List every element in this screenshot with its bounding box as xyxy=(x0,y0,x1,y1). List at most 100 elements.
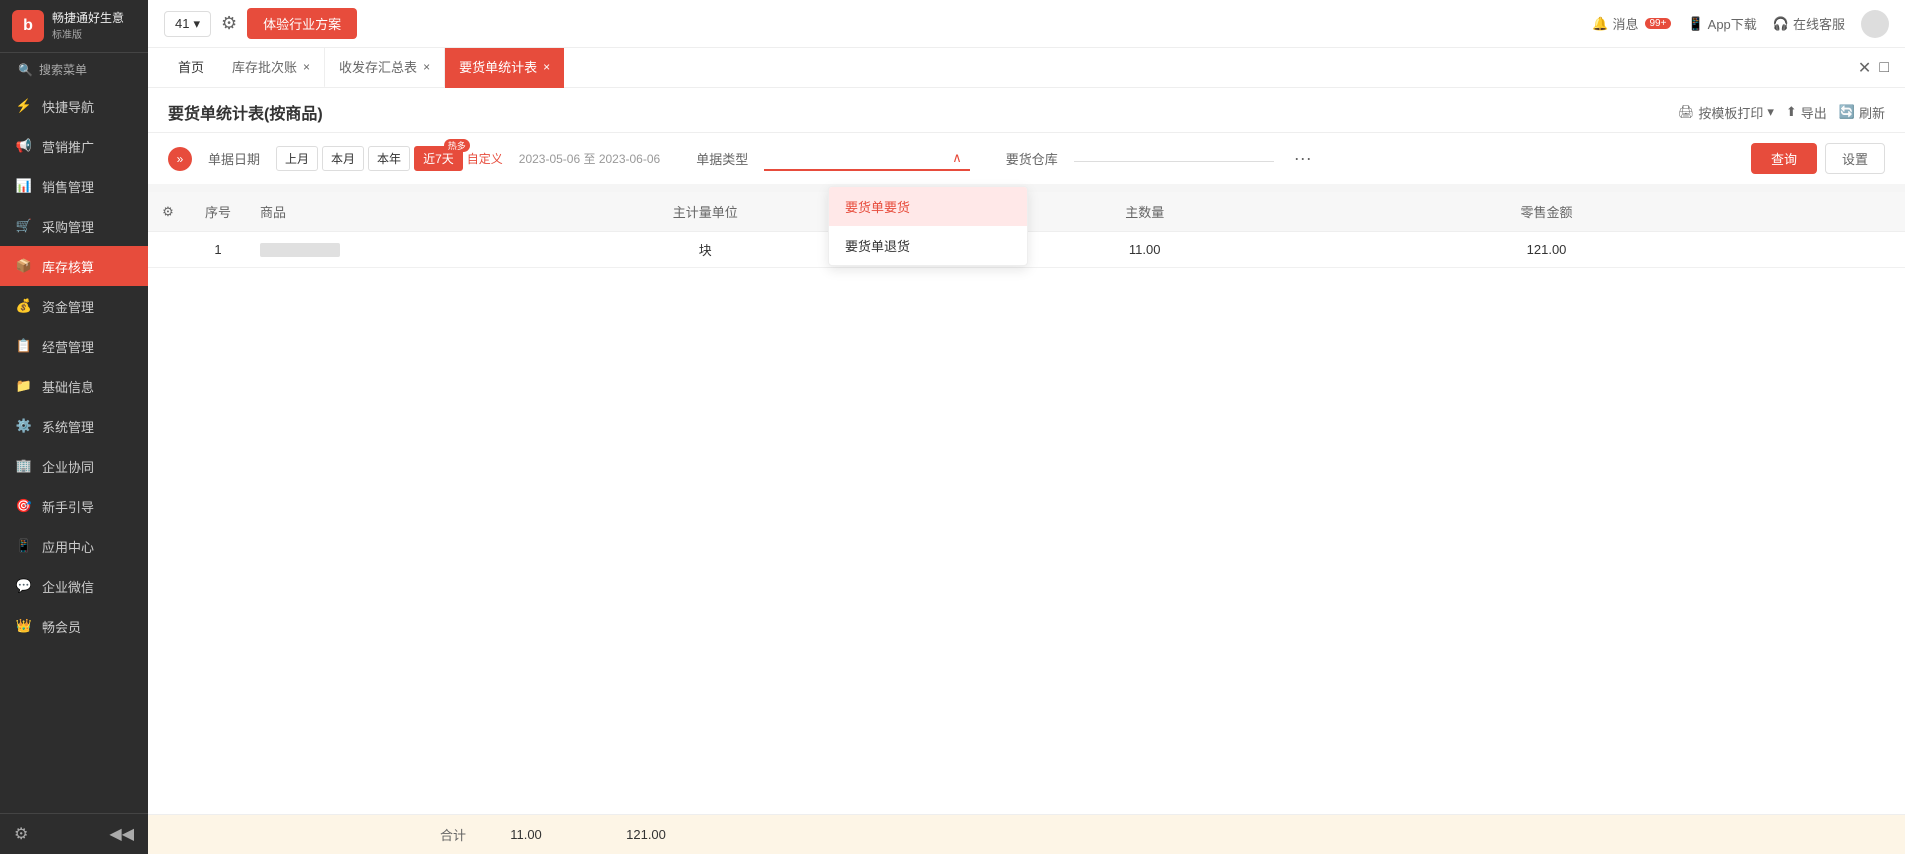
sales-icon: 📊 xyxy=(14,176,34,196)
col-settings-icon: ⚙ xyxy=(162,204,174,219)
sidebar-item-enterprise[interactable]: 🏢 企业协同 xyxy=(0,446,148,486)
sidebar-item-system[interactable]: ⚙️ 系统管理 xyxy=(0,406,148,446)
type-select[interactable]: ∧ xyxy=(764,147,970,171)
industry-btn[interactable]: 体验行业方案 xyxy=(247,8,357,39)
dropdown-item-order-goods[interactable]: 要货单要货 xyxy=(829,187,1027,226)
app-download-label: App下载 xyxy=(1708,14,1757,33)
sidebar-item-guide[interactable]: 🎯 新手引导 xyxy=(0,486,148,526)
appstore-icon: 📱 xyxy=(14,536,34,556)
col-settings[interactable]: ⚙ xyxy=(148,192,188,232)
filter-settings-btn[interactable]: 设置 xyxy=(1825,143,1885,174)
date-filter-label: 单据日期 xyxy=(208,149,260,168)
sidebar-search[interactable]: 🔍 搜索菜单 xyxy=(0,53,148,86)
sidebar-item-label: 库存核算 xyxy=(42,257,94,276)
tab-inventory-batch[interactable]: 库存批次账 × xyxy=(218,48,325,88)
logo-title: 畅捷通好生意 xyxy=(52,11,124,27)
col-amount: 零售金额 xyxy=(1327,192,1766,232)
export-label: 导出 xyxy=(1801,103,1827,122)
sidebar-collapse-icon[interactable]: ◀◀ xyxy=(109,824,134,844)
print-arrow-icon: ▾ xyxy=(1767,104,1774,120)
sidebar-item-purchase[interactable]: 🛒 采购管理 xyxy=(0,206,148,246)
sidebar-item-operations[interactable]: 📋 经营管理 xyxy=(0,326,148,366)
app-download-btn[interactable]: 📱 App下载 xyxy=(1687,14,1756,33)
sidebar: b 畅捷通好生意 标准版 🔍 搜索菜单 ⚡ 快捷导航 📢 营销推广 📊 销售管理… xyxy=(0,0,148,854)
sidebar-bottom: ⚙ ◀◀ xyxy=(0,813,148,854)
tab-order-stats-close[interactable]: × xyxy=(543,60,550,74)
topbar-settings-icon[interactable]: ⚙ xyxy=(221,13,237,34)
avatar[interactable] xyxy=(1861,10,1889,38)
sidebar-item-marketing[interactable]: 📢 营销推广 xyxy=(0,126,148,166)
sidebar-item-label: 畅会员 xyxy=(42,617,81,636)
tab-home[interactable]: 首页 xyxy=(164,48,218,88)
tab-inventory-batch-close[interactable]: × xyxy=(303,60,310,74)
page-actions: 🖨 按模板打印 ▾ ⬆ 导出 🔄 刷新 xyxy=(1678,103,1885,122)
sidebar-item-inventory[interactable]: 📦 库存核算 xyxy=(0,246,148,286)
hot-badge: 热多 xyxy=(444,139,470,152)
sidebar-item-label: 系统管理 xyxy=(42,417,94,436)
sidebar-item-label: 快捷导航 xyxy=(42,97,94,116)
sidebar-item-label: 新手引导 xyxy=(42,497,94,516)
date-btn-this-year[interactable]: 本年 xyxy=(368,146,410,171)
sidebar-item-label: 应用中心 xyxy=(42,537,94,556)
type-input[interactable] xyxy=(772,150,948,165)
data-table-container: ⚙ 序号 商品 主计量单位 主数量 零售金额 1 xyxy=(148,192,1905,814)
sidebar-nav: ⚡ 快捷导航 📢 营销推广 📊 销售管理 🛒 采购管理 📦 库存核算 💰 资金管… xyxy=(0,86,148,813)
sidebar-item-sales[interactable]: 📊 销售管理 xyxy=(0,166,148,206)
notifications-badge: 99+ xyxy=(1645,18,1672,29)
sidebar-item-finance[interactable]: 💰 资金管理 xyxy=(0,286,148,326)
online-service-label: 在线客服 xyxy=(1793,14,1845,33)
export-icon: ⬆ xyxy=(1786,104,1797,120)
print-btn[interactable]: 🖨 按模板打印 ▾ xyxy=(1678,103,1774,122)
date-btn-last-month[interactable]: 上月 xyxy=(276,146,318,171)
sidebar-item-label: 经营管理 xyxy=(42,337,94,356)
sidebar-item-quick-nav[interactable]: ⚡ 快捷导航 xyxy=(0,86,148,126)
store-selector[interactable]: 41 ▾ xyxy=(164,11,211,37)
logo-icon: b xyxy=(12,10,44,42)
enterprise-icon: 🏢 xyxy=(14,456,34,476)
tabs-bar: 首页 库存批次账 × 收发存汇总表 × 要货单统计表 × ✕ □ xyxy=(148,48,1905,88)
sidebar-item-member[interactable]: 👑 畅会员 xyxy=(0,606,148,646)
type-filter-label: 单据类型 xyxy=(696,149,748,168)
search-icon: 🔍 xyxy=(18,63,33,77)
restore-btn[interactable]: □ xyxy=(1879,59,1889,77)
tab-receive-send[interactable]: 收发存汇总表 × xyxy=(325,48,445,88)
close-all-btn[interactable]: ✕ xyxy=(1858,58,1871,78)
member-icon: 👑 xyxy=(14,616,34,636)
tabs-end: ✕ □ xyxy=(1858,58,1889,78)
refresh-icon: 🔄 xyxy=(1839,104,1855,120)
dropdown-item-label: 要货单要货 xyxy=(845,200,910,215)
tab-receive-send-close[interactable]: × xyxy=(423,60,430,74)
footer-amount: 121.00 xyxy=(586,827,706,842)
row-extra xyxy=(1766,232,1905,268)
logo-sub: 标准版 xyxy=(52,26,124,41)
filter-more-btn[interactable]: ··· xyxy=(1294,148,1312,169)
warehouse-input[interactable] xyxy=(1074,155,1274,162)
notifications-btn[interactable]: 🔔 消息 99+ xyxy=(1592,14,1671,33)
filter-bar: » 单据日期 上月 本月 本年 近7天 热多 自定义 2023-05-06 至 … xyxy=(148,133,1905,184)
filter-expand-btn[interactable]: » xyxy=(168,147,192,171)
export-btn[interactable]: ⬆ 导出 xyxy=(1786,103,1827,122)
sidebar-item-appstore[interactable]: 📱 应用中心 xyxy=(0,526,148,566)
sidebar-item-label: 采购管理 xyxy=(42,217,94,236)
bell-icon: 🔔 xyxy=(1592,16,1608,32)
type-dropdown-arrow[interactable]: ∧ xyxy=(952,150,962,166)
sidebar-item-basic[interactable]: 📁 基础信息 xyxy=(0,366,148,406)
online-service-btn[interactable]: 🎧 在线客服 xyxy=(1773,14,1845,33)
sidebar-settings-icon[interactable]: ⚙ xyxy=(14,824,28,844)
headset-icon: 🎧 xyxy=(1773,16,1789,32)
dropdown-item-order-return[interactable]: 要货单退货 xyxy=(829,226,1027,265)
type-dropdown-menu: 要货单要货 要货单退货 xyxy=(828,186,1028,266)
date-custom-btn[interactable]: 自定义 xyxy=(467,150,503,167)
sidebar-item-weixin[interactable]: 💬 企业微信 xyxy=(0,566,148,606)
date-btn-7days[interactable]: 近7天 热多 xyxy=(414,146,463,171)
query-btn[interactable]: 查询 xyxy=(1751,143,1817,174)
tab-inventory-batch-label: 库存批次账 xyxy=(232,57,297,76)
quick-nav-icon: ⚡ xyxy=(14,96,34,116)
tab-order-stats[interactable]: 要货单统计表 × xyxy=(445,48,564,88)
topbar: 41 ▾ ⚙ 体验行业方案 🔔 消息 99+ 📱 App下载 🎧 在线客服 xyxy=(148,0,1905,48)
topbar-right: 🔔 消息 99+ 📱 App下载 🎧 在线客服 xyxy=(1592,10,1889,38)
date-btn-this-month[interactable]: 本月 xyxy=(322,146,364,171)
refresh-btn[interactable]: 🔄 刷新 xyxy=(1839,103,1885,122)
warehouse-filter-label: 要货仓库 xyxy=(1006,149,1058,168)
marketing-icon: 📢 xyxy=(14,136,34,156)
